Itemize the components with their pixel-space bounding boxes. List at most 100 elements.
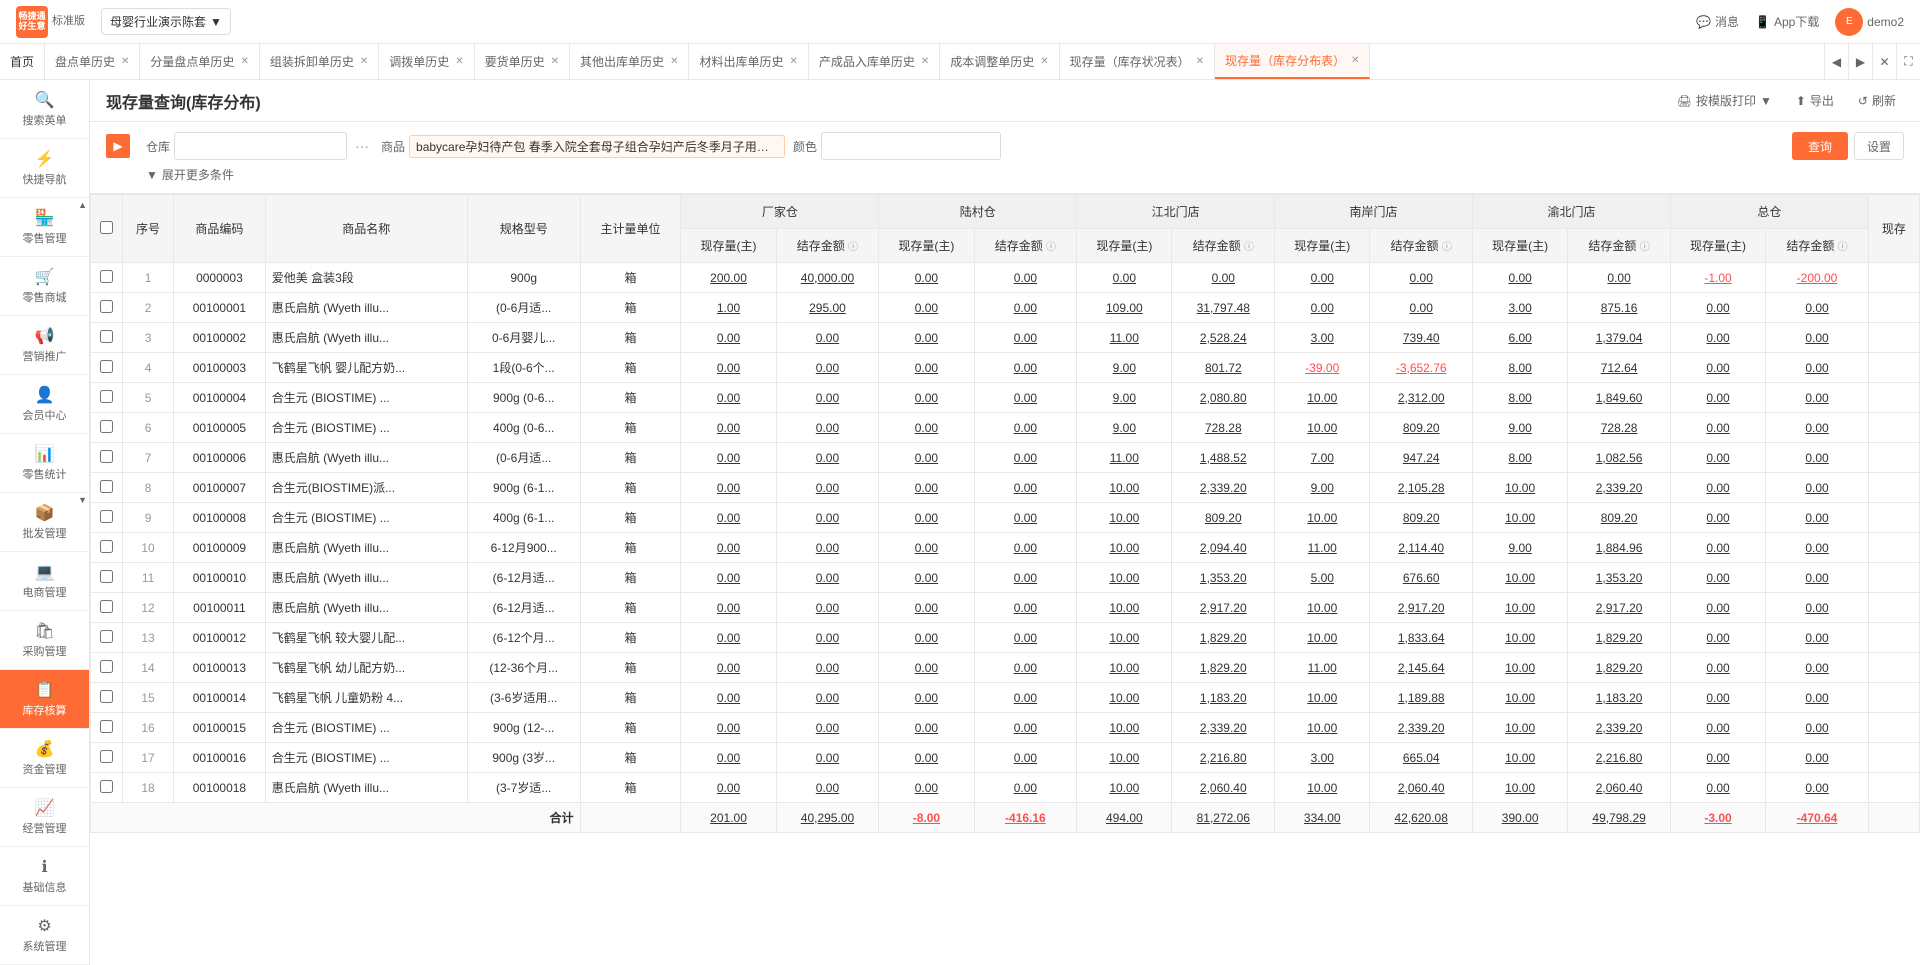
cell-nancun-bal[interactable]: 0.00	[974, 773, 1077, 803]
cell-jiangbei-bal[interactable]: 1,488.52	[1172, 443, 1275, 473]
expand-conditions-btn[interactable]: ▼ 展开更多条件	[146, 166, 1904, 183]
th-checkbox[interactable]	[91, 195, 123, 263]
cell-nancun-bal[interactable]: 0.00	[974, 623, 1077, 653]
tab-home[interactable]: 首页	[0, 44, 45, 79]
cell-yuebei-bal[interactable]: 2,339.20	[1568, 713, 1671, 743]
cell-checkbox[interactable]	[91, 353, 123, 383]
cell-yuebei-bal[interactable]: 2,216.80	[1568, 743, 1671, 773]
cell-jiangbei-cur[interactable]: 10.00	[1077, 473, 1172, 503]
tab-close-icon[interactable]: ✕	[1351, 55, 1359, 66]
cell-yuebei-cur[interactable]: 9.00	[1473, 413, 1568, 443]
cell-nanan-cur[interactable]: 10.00	[1275, 683, 1370, 713]
sidebar-item-operation[interactable]: 📈 经营管理	[0, 788, 89, 847]
cell-nancun-bal[interactable]: 0.00	[974, 563, 1077, 593]
query-button[interactable]: 查询	[1792, 132, 1848, 160]
row-checkbox[interactable]	[100, 450, 113, 463]
sidebar-item-member[interactable]: 👤 会员中心	[0, 375, 89, 434]
color-input[interactable]	[821, 132, 1001, 160]
cell-factory-cur[interactable]: 0.00	[681, 473, 776, 503]
cell-nancun-bal[interactable]: 0.00	[974, 383, 1077, 413]
cell-nanan-cur[interactable]: 3.00	[1275, 743, 1370, 773]
cell-checkbox[interactable]	[91, 713, 123, 743]
cell-checkbox[interactable]	[91, 443, 123, 473]
cell-nanan-bal[interactable]: 2,145.64	[1370, 653, 1473, 683]
row-checkbox[interactable]	[100, 480, 113, 493]
cell-factory-cur[interactable]: 0.00	[681, 773, 776, 803]
cell-jiangbei-cur[interactable]: 109.00	[1077, 293, 1172, 323]
cell-total-bal[interactable]: 0.00	[1766, 653, 1869, 683]
cell-nancun-cur[interactable]: 0.00	[879, 443, 974, 473]
cell-total-bal[interactable]: 0.00	[1766, 413, 1869, 443]
sidebar-item-retail[interactable]: 🏪 零售管理 ▲	[0, 198, 89, 257]
cell-jiangbei-cur[interactable]: 9.00	[1077, 353, 1172, 383]
cell-nancun-cur[interactable]: 0.00	[879, 533, 974, 563]
row-checkbox[interactable]	[100, 630, 113, 643]
cell-nanan-bal[interactable]: 2,114.40	[1370, 533, 1473, 563]
cell-nanan-bal[interactable]: 2,312.00	[1370, 383, 1473, 413]
cell-yuebei-cur[interactable]: 3.00	[1473, 293, 1568, 323]
cell-yuebei-cur[interactable]: 10.00	[1473, 593, 1568, 623]
cell-jiangbei-cur[interactable]: 11.00	[1077, 323, 1172, 353]
cell-factory-cur[interactable]: 0.00	[681, 443, 776, 473]
cell-total-cur[interactable]: 0.00	[1670, 683, 1765, 713]
cell-yuebei-bal[interactable]: 2,917.20	[1568, 593, 1671, 623]
cell-jiangbei-bal[interactable]: 1,829.20	[1172, 623, 1275, 653]
cell-yuebei-bal[interactable]: 0.00	[1568, 263, 1671, 293]
cell-total-bal[interactable]: 0.00	[1766, 683, 1869, 713]
cell-jiangbei-cur[interactable]: 10.00	[1077, 533, 1172, 563]
cell-yuebei-bal[interactable]: 712.64	[1568, 353, 1671, 383]
row-checkbox[interactable]	[100, 780, 113, 793]
tab-transfer[interactable]: 调拨单历史 ✕	[379, 44, 474, 79]
cell-nanan-bal[interactable]: 2,105.28	[1370, 473, 1473, 503]
cell-jiangbei-bal[interactable]: 801.72	[1172, 353, 1275, 383]
cell-nancun-cur[interactable]: 0.00	[879, 623, 974, 653]
cell-total-bal[interactable]: 0.00	[1766, 353, 1869, 383]
cell-factory-cur[interactable]: 0.00	[681, 503, 776, 533]
cell-total-cur[interactable]: 0.00	[1670, 743, 1765, 773]
cell-yuebei-cur[interactable]: 10.00	[1473, 653, 1568, 683]
tab-inventory-status[interactable]: 现存量（库存状况表） ✕	[1060, 44, 1215, 79]
tab-close-all-btn[interactable]: ✕	[1872, 44, 1896, 79]
cell-checkbox[interactable]	[91, 323, 123, 353]
cell-jiangbei-bal[interactable]: 2,339.20	[1172, 473, 1275, 503]
cell-nanan-cur[interactable]: 10.00	[1275, 593, 1370, 623]
cell-jiangbei-cur[interactable]: 9.00	[1077, 383, 1172, 413]
cell-total-cur[interactable]: 0.00	[1670, 563, 1765, 593]
cell-factory-bal[interactable]: 0.00	[776, 713, 879, 743]
cell-jiangbei-bal[interactable]: 2,528.24	[1172, 323, 1275, 353]
cell-jiangbei-cur[interactable]: 11.00	[1077, 443, 1172, 473]
cell-nanan-bal[interactable]: 2,060.40	[1370, 773, 1473, 803]
cell-checkbox[interactable]	[91, 653, 123, 683]
cell-total-bal[interactable]: 0.00	[1766, 743, 1869, 773]
cell-yuebei-cur[interactable]: 10.00	[1473, 563, 1568, 593]
message-btn[interactable]: 💬 消息	[1696, 13, 1739, 30]
cell-nanan-cur[interactable]: -39.00	[1275, 353, 1370, 383]
search-toggle-btn[interactable]: ▶	[106, 134, 130, 158]
cell-nanan-bal[interactable]: 947.24	[1370, 443, 1473, 473]
cell-factory-cur[interactable]: 0.00	[681, 713, 776, 743]
cell-total-bal[interactable]: 0.00	[1766, 503, 1869, 533]
cell-yuebei-cur[interactable]: 8.00	[1473, 443, 1568, 473]
cell-jiangbei-bal[interactable]: 2,060.40	[1172, 773, 1275, 803]
cell-jiangbei-bal[interactable]: 728.28	[1172, 413, 1275, 443]
cell-jiangbei-cur[interactable]: 10.00	[1077, 563, 1172, 593]
row-checkbox[interactable]	[100, 690, 113, 703]
cell-nanan-cur[interactable]: 10.00	[1275, 503, 1370, 533]
cell-factory-cur[interactable]: 0.00	[681, 383, 776, 413]
cell-jiangbei-bal[interactable]: 1,183.20	[1172, 683, 1275, 713]
cell-total-bal[interactable]: 0.00	[1766, 443, 1869, 473]
cell-yuebei-cur[interactable]: 9.00	[1473, 533, 1568, 563]
cell-nancun-cur[interactable]: 0.00	[879, 413, 974, 443]
cell-yuebei-bal[interactable]: 2,060.40	[1568, 773, 1671, 803]
cell-total-cur[interactable]: 0.00	[1670, 653, 1765, 683]
row-checkbox[interactable]	[100, 750, 113, 763]
cell-nancun-cur[interactable]: 0.00	[879, 683, 974, 713]
select-all-checkbox[interactable]	[100, 221, 113, 234]
cell-nanan-bal[interactable]: 2,917.20	[1370, 593, 1473, 623]
cell-yuebei-bal[interactable]: 1,829.20	[1568, 623, 1671, 653]
cell-jiangbei-cur[interactable]: 10.00	[1077, 683, 1172, 713]
sidebar-item-shop[interactable]: 🛒 零售商城	[0, 257, 89, 316]
cell-nancun-bal[interactable]: 0.00	[974, 293, 1077, 323]
cell-factory-bal[interactable]: 0.00	[776, 353, 879, 383]
cell-nanan-cur[interactable]: 0.00	[1275, 263, 1370, 293]
